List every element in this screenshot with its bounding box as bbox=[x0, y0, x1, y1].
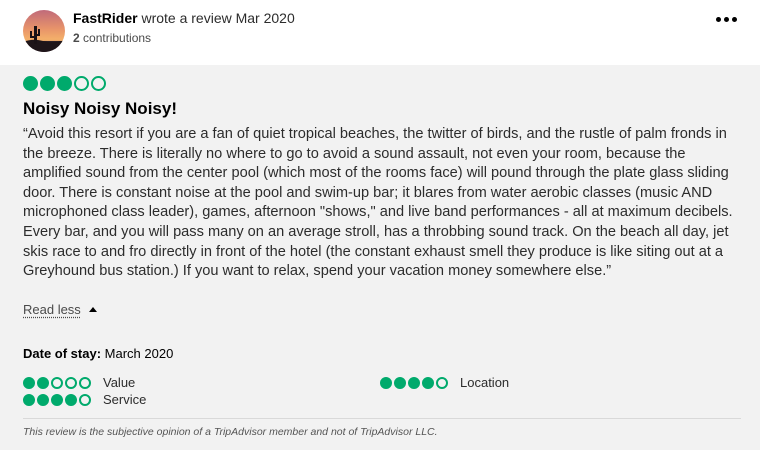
filled-bubble-icon bbox=[380, 376, 392, 389]
filled-bubble-icon bbox=[51, 393, 63, 406]
disclaimer: This review is the subjective opinion of… bbox=[23, 426, 438, 438]
empty-bubble-icon bbox=[79, 376, 91, 389]
empty-bubble-icon bbox=[91, 76, 106, 91]
sunset-cactus-avatar-icon bbox=[23, 10, 65, 52]
review-title[interactable]: Noisy Noisy Noisy! bbox=[23, 99, 177, 119]
review-text: “Avoid this resort if you are a fan of q… bbox=[23, 126, 733, 280]
review-body: Noisy Noisy Noisy! “Avoid this resort if… bbox=[0, 65, 760, 450]
filled-bubble-icon bbox=[23, 393, 35, 406]
filled-bubble-icon bbox=[37, 393, 49, 406]
service-rating-bubbles bbox=[23, 393, 91, 406]
filled-bubble-icon bbox=[23, 76, 38, 91]
empty-bubble-icon bbox=[79, 393, 91, 406]
contributions-count: 2 contributions bbox=[73, 31, 151, 45]
empty-bubble-icon bbox=[74, 76, 89, 91]
subrating-label: Location bbox=[460, 375, 510, 390]
review-action-text: wrote a review Mar 2020 bbox=[137, 10, 295, 26]
date-of-stay: Date of stay: March 2020 bbox=[23, 346, 173, 361]
empty-bubble-icon bbox=[65, 376, 77, 389]
subrating-service: Service bbox=[23, 392, 146, 407]
more-options-icon[interactable] bbox=[712, 10, 740, 28]
subrating-value: Value bbox=[23, 375, 135, 390]
date-of-stay-value: March 2020 bbox=[101, 346, 174, 361]
review-header: FastRider wrote a review Mar 2020 2 cont… bbox=[0, 0, 760, 65]
filled-bubble-icon bbox=[23, 376, 35, 389]
overall-rating bbox=[23, 76, 106, 91]
empty-bubble-icon bbox=[436, 376, 448, 389]
avatar[interactable] bbox=[23, 10, 65, 52]
filled-bubble-icon bbox=[408, 376, 420, 389]
date-of-stay-label: Date of stay: bbox=[23, 346, 102, 361]
filled-bubble-icon bbox=[394, 376, 406, 389]
author-name[interactable]: FastRider bbox=[73, 10, 138, 26]
contributions-number: 2 bbox=[73, 31, 80, 45]
author-line: FastRider wrote a review Mar 2020 bbox=[73, 10, 295, 26]
filled-bubble-icon bbox=[65, 393, 77, 406]
subrating-label: Value bbox=[103, 375, 136, 390]
subrating-location: Location bbox=[380, 375, 509, 390]
read-less-label: Read less bbox=[23, 302, 81, 317]
filled-bubble-icon bbox=[40, 76, 55, 91]
contributions-label: contributions bbox=[79, 31, 152, 45]
empty-bubble-icon bbox=[51, 376, 63, 389]
rating-bubbles bbox=[23, 76, 106, 91]
value-rating-bubbles bbox=[23, 376, 91, 389]
filled-bubble-icon bbox=[422, 376, 434, 389]
read-less-button[interactable]: Read less bbox=[23, 302, 97, 317]
caret-up-icon bbox=[88, 307, 97, 312]
filled-bubble-icon bbox=[57, 76, 72, 91]
subrating-label: Service bbox=[103, 392, 147, 407]
divider bbox=[23, 418, 741, 419]
location-rating-bubbles bbox=[380, 376, 448, 389]
filled-bubble-icon bbox=[37, 376, 49, 389]
